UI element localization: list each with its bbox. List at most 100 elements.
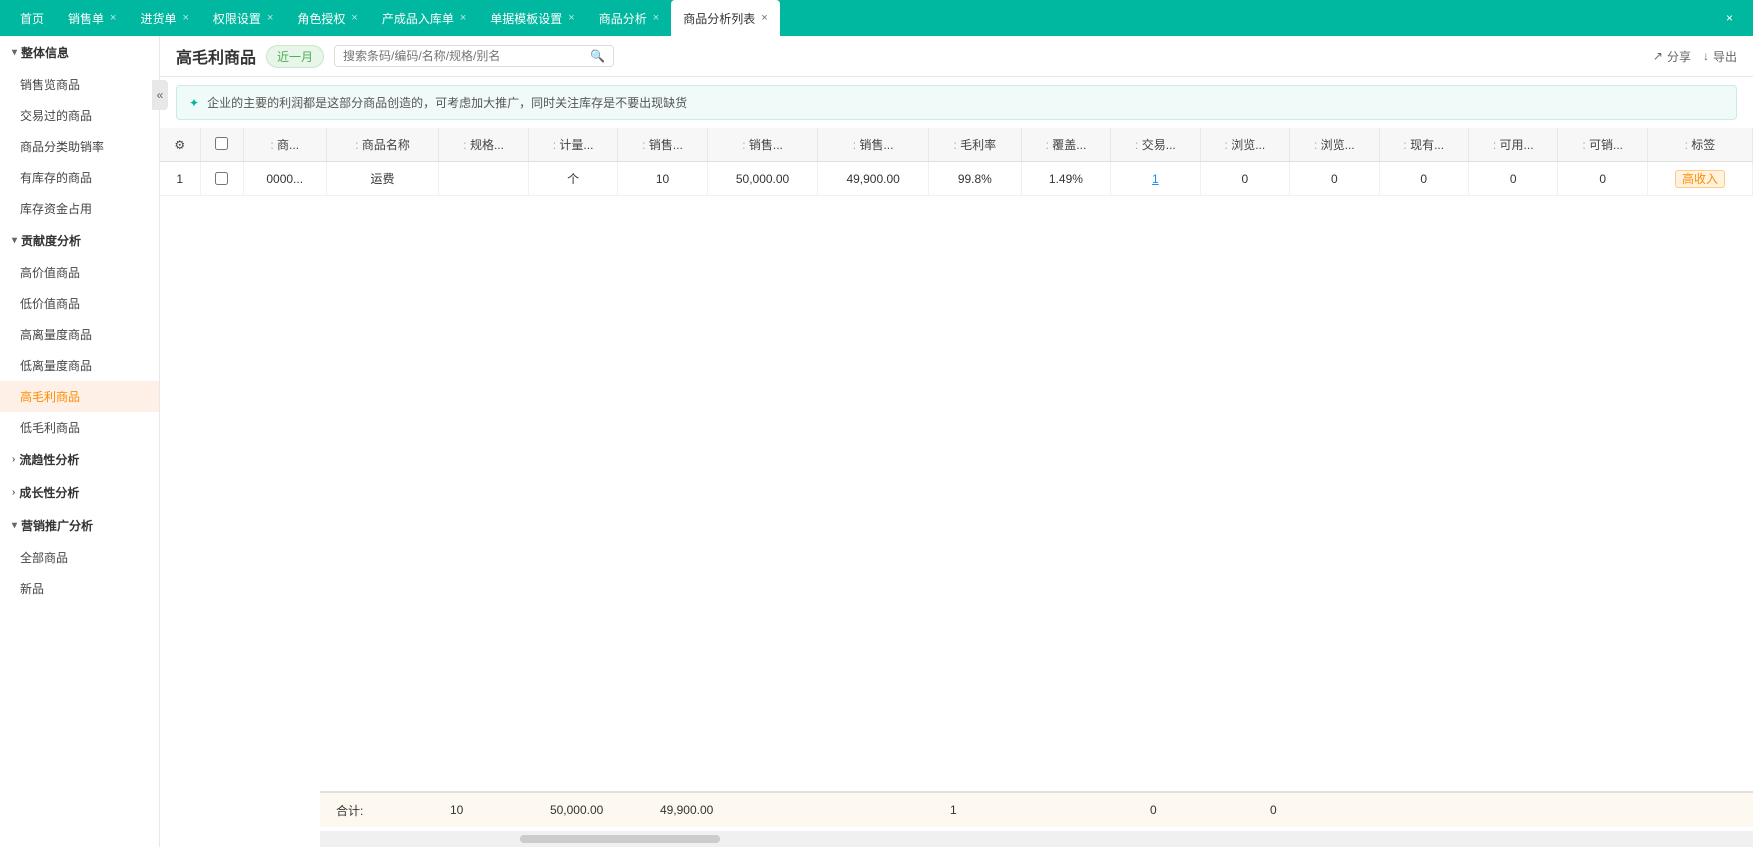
cell-checkbox[interactable] <box>200 162 243 196</box>
table-row: 1 0000... 运费 个 10 50,000.00 49,900.00 99… <box>160 162 1753 196</box>
close-window-icon: × <box>1726 11 1733 25</box>
content-area: 高毛利商品 近一月 🔍 ↗ 分享 ↓ 导出 ✦ 企业的主要的利润都是这部分商品创… <box>160 36 1753 847</box>
sidebar-item-high-value[interactable]: 高价值商品 <box>0 257 159 288</box>
nav-permission[interactable]: 权限设置 × <box>201 0 285 36</box>
nav-sales-close[interactable]: × <box>110 12 116 24</box>
scroll-thumb[interactable] <box>520 835 720 843</box>
footer-trade: 1 <box>913 803 993 817</box>
col-coverage: : 覆盖... <box>1021 128 1110 162</box>
cell-coverage: 1.49% <box>1021 162 1110 196</box>
cell-spec <box>439 162 528 196</box>
col-trade: : 交易... <box>1111 128 1200 162</box>
footer-sales3: 49,900.00 <box>613 803 713 817</box>
export-icon: ↓ <box>1703 49 1709 63</box>
info-icon: ✦ <box>189 96 199 110</box>
bottom-scrollbar[interactable] <box>320 831 1753 847</box>
search-icon[interactable]: 🔍 <box>590 49 605 63</box>
cell-tag: 高收入 <box>1647 162 1752 196</box>
nav-purchase-close[interactable]: × <box>182 12 188 24</box>
col-spec: : 规格... <box>439 128 528 162</box>
header-actions: ↗ 分享 ↓ 导出 <box>1653 48 1737 65</box>
sidebar-toggle-btn[interactable]: « <box>152 80 168 110</box>
sidebar-group-trend-arrow: › <box>12 454 15 465</box>
sidebar-toggle-icon: « <box>157 88 164 102</box>
product-table: ⚙ : 商... : 商品名称 : 规格... : 计量... : 销售... … <box>160 128 1753 196</box>
nav-purchase[interactable]: 进货单 × <box>128 0 200 36</box>
col-sellable: : 可销... <box>1558 128 1647 162</box>
sidebar-item-sales-overview[interactable]: 销售览商品 <box>0 69 159 100</box>
cell-sales2: 50,000.00 <box>707 162 818 196</box>
sidebar: ▾ 整体信息 销售览商品 交易过的商品 商品分类助销率 有库存的商品 库存资金占… <box>0 36 160 847</box>
top-navigation: 首页 销售单 × 进货单 × 权限设置 × 角色授权 × 产成品入库单 × 单据… <box>0 0 1753 36</box>
sidebar-item-all-products[interactable]: 全部商品 <box>0 542 159 573</box>
table-header-row: ⚙ : 商... : 商品名称 : 规格... : 计量... : 销售... … <box>160 128 1753 162</box>
sidebar-group-marketing-arrow: ▾ <box>12 520 17 531</box>
sidebar-item-traded[interactable]: 交易过的商品 <box>0 100 159 131</box>
sidebar-group-overall-arrow: ▾ <box>12 47 17 58</box>
sidebar-item-new-products[interactable]: 新品 <box>0 573 159 604</box>
share-icon: ↗ <box>1653 49 1663 63</box>
sidebar-item-in-stock[interactable]: 有库存的商品 <box>0 162 159 193</box>
sidebar-group-growth[interactable]: › 成长性分析 <box>0 476 159 509</box>
cell-browse1: 0 <box>1200 162 1289 196</box>
col-available: : 可用... <box>1468 128 1557 162</box>
row-checkbox[interactable] <box>215 172 228 185</box>
nav-template[interactable]: 单据模板设置 × <box>478 0 586 36</box>
col-checkbox[interactable] <box>200 128 243 162</box>
footer-current: 0 <box>1113 803 1193 817</box>
sidebar-group-contribution-arrow: ▾ <box>12 235 17 246</box>
footer-total: 合计: 10 50,000.00 49,900.00 1 0 0 <box>320 791 1753 827</box>
footer-sales1: 10 <box>383 803 463 817</box>
close-window-btn[interactable]: × <box>1714 0 1745 36</box>
col-browse1: : 浏览... <box>1200 128 1289 162</box>
sidebar-group-overall[interactable]: ▾ 整体信息 <box>0 36 159 69</box>
cell-current: 0 <box>1379 162 1468 196</box>
share-btn[interactable]: ↗ 分享 <box>1653 48 1691 65</box>
search-box[interactable]: 🔍 <box>334 45 614 67</box>
sidebar-item-low-margin[interactable]: 低毛利商品 <box>0 412 159 443</box>
col-current: : 现有... <box>1379 128 1468 162</box>
cell-available: 0 <box>1468 162 1557 196</box>
nav-role-close[interactable]: × <box>351 12 357 24</box>
col-gross-rate: : 毛利率 <box>928 128 1021 162</box>
nav-product-analysis-list-close[interactable]: × <box>761 12 767 24</box>
nav-product-inbound[interactable]: 产成品入库单 × <box>370 0 478 36</box>
recent-month-btn[interactable]: 近一月 <box>266 45 324 68</box>
main-layout: ▾ 整体信息 销售览商品 交易过的商品 商品分类助销率 有库存的商品 库存资金占… <box>0 36 1753 847</box>
footer-sales2: 50,000.00 <box>503 803 603 817</box>
sidebar-group-marketing[interactable]: ▾ 营销推广分析 <box>0 509 159 542</box>
sidebar-item-category-rate[interactable]: 商品分类助销率 <box>0 131 159 162</box>
sidebar-item-high-margin[interactable]: 高毛利商品 <box>0 381 159 412</box>
col-seq[interactable]: ⚙ <box>160 128 200 162</box>
nav-role[interactable]: 角色授权 × <box>285 0 369 36</box>
cell-gross-rate: 99.8% <box>928 162 1021 196</box>
info-banner: ✦ 企业的主要的利润都是这部分商品创造的，可考虑加大推广，同时关注库存是不要出现… <box>176 85 1737 120</box>
nav-permission-close[interactable]: × <box>267 12 273 24</box>
search-input[interactable] <box>343 49 590 63</box>
sidebar-group-contribution[interactable]: ▾ 贡献度分析 <box>0 224 159 257</box>
nav-product-analysis-list[interactable]: 商品分析列表 × <box>671 0 779 36</box>
cell-code: 0000... <box>243 162 326 196</box>
sidebar-item-low-freq[interactable]: 低离量度商品 <box>0 350 159 381</box>
cell-trade[interactable]: 1 <box>1111 162 1200 196</box>
cell-sellable: 0 <box>1558 162 1647 196</box>
nav-sales[interactable]: 销售单 × <box>56 0 128 36</box>
table-wrapper[interactable]: ⚙ : 商... : 商品名称 : 规格... : 计量... : 销售... … <box>160 128 1753 847</box>
sidebar-group-trend[interactable]: › 流趋性分析 <box>0 443 159 476</box>
nav-product-analysis-close[interactable]: × <box>653 12 659 24</box>
sidebar-item-stock-capital[interactable]: 库存资金占用 <box>0 193 159 224</box>
nav-template-close[interactable]: × <box>568 12 574 24</box>
cell-seq: 1 <box>160 162 200 196</box>
nav-product-analysis[interactable]: 商品分析 × <box>587 0 671 36</box>
col-tag: : 标签 <box>1647 128 1752 162</box>
col-code-icon: : <box>270 138 273 152</box>
select-all-checkbox[interactable] <box>215 137 228 150</box>
sidebar-item-high-freq[interactable]: 高离量度商品 <box>0 319 159 350</box>
cell-unit: 个 <box>528 162 617 196</box>
nav-product-inbound-close[interactable]: × <box>460 12 466 24</box>
export-btn[interactable]: ↓ 导出 <box>1703 48 1737 65</box>
sidebar-item-low-value[interactable]: 低价值商品 <box>0 288 159 319</box>
nav-home[interactable]: 首页 <box>8 0 56 36</box>
cell-sales3: 49,900.00 <box>818 162 929 196</box>
col-sales3: : 销售... <box>818 128 929 162</box>
